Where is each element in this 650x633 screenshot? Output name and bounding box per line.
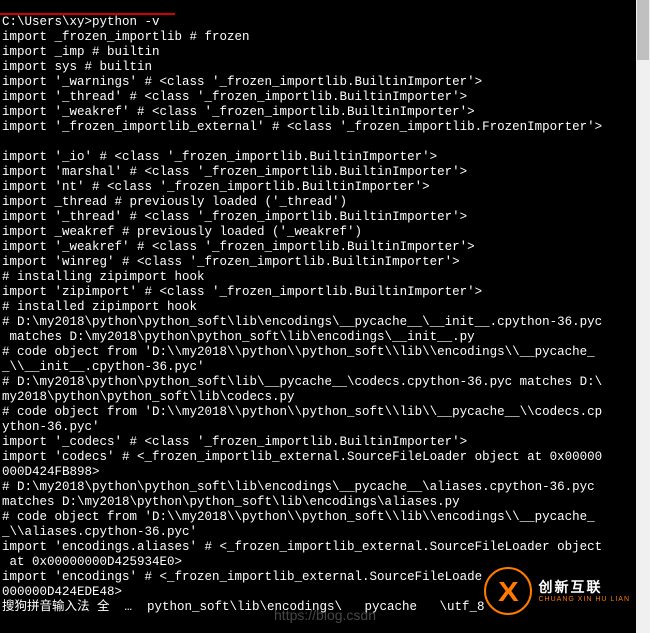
terminal-line: # code object from 'D:\\my2018\\python\\… [2,405,638,420]
terminal-line: import _frozen_importlib # frozen [2,30,638,45]
terminal-line: import '_frozen_importlib_external' # <c… [2,120,638,135]
watermark-en: CHUANG XIN HU LIAN [538,596,630,603]
terminal-line: import '_weakref' # <class '_frozen_impo… [2,240,638,255]
terminal-line: import 'encodings.aliases' # <_frozen_im… [2,540,638,555]
watermark-cn: 创新互联 [538,580,630,594]
terminal-line: ython-36.pyc' [2,420,638,435]
terminal-line: my2018\python\python_soft\lib\codecs.py [2,390,638,405]
terminal-line [2,135,638,150]
terminal-line: _\\aliases.cpython-36.pyc' [2,525,638,540]
prompt-path: C:\Users\xy> [2,15,92,30]
terminal-line: # code object from 'D:\\my2018\\python\\… [2,510,638,525]
terminal-line: import 'nt' # <class '_frozen_importlib.… [2,180,638,195]
terminal-line: # installed zipimport hook [2,300,638,315]
vertical-scrollbar[interactable] [636,0,650,633]
terminal-line: import 'winreg' # <class '_frozen_import… [2,255,638,270]
terminal-line: import 'codecs' # <_frozen_importlib_ext… [2,450,638,465]
prompt-command: python -v [92,15,160,30]
terminal-line: import _imp # builtin [2,45,638,60]
watermark-url: https://blog.csdn [274,608,376,623]
terminal-line: # installing zipimport hook [2,270,638,285]
command-highlight-underline [0,13,175,15]
terminal-line: matches D:\my2018\python\python_soft\lib… [2,330,638,345]
terminal-line: import sys # builtin [2,60,638,75]
terminal-line: # D:\my2018\python\python_soft\lib\encod… [2,480,638,495]
terminal-line: # D:\my2018\python\python_soft\lib\encod… [2,315,638,330]
terminal-output: C:\Users\xy>python -v import _frozen_imp… [0,0,640,633]
terminal-line: # D:\my2018\python\python_soft\lib\__pyc… [2,375,638,390]
terminal-line: import _weakref # previously loaded ('_w… [2,225,638,240]
watermark-logo: X 创新互联 CHUANG XIN HU LIAN [484,567,630,615]
terminal-line: matches D:\my2018\python\python_soft\lib… [2,495,638,510]
terminal-line: import _thread # previously loaded ('_th… [2,195,638,210]
terminal-line: import '_warnings' # <class '_frozen_imp… [2,75,638,90]
terminal-line: import 'zipimport' # <class '_frozen_imp… [2,285,638,300]
scrollbar-thumb[interactable] [637,0,649,60]
terminal-line: import '_weakref' # <class '_frozen_impo… [2,105,638,120]
terminal-line: import '_codecs' # <class '_frozen_impor… [2,435,638,450]
logo-x-icon: X [484,567,532,615]
terminal-line: import 'marshal' # <class '_frozen_impor… [2,165,638,180]
terminal-lines: import _frozen_importlib # frozenimport … [2,30,638,615]
terminal-line: _\\__init__.cpython-36.pyc' [2,360,638,375]
terminal-line: import '_thread' # <class '_frozen_impor… [2,90,638,105]
terminal-line: import '_thread' # <class '_frozen_impor… [2,210,638,225]
terminal-line: # code object from 'D:\\my2018\\python\\… [2,345,638,360]
terminal-line: 000D424FB898> [2,465,638,480]
terminal-line: import '_io' # <class '_frozen_importlib… [2,150,638,165]
